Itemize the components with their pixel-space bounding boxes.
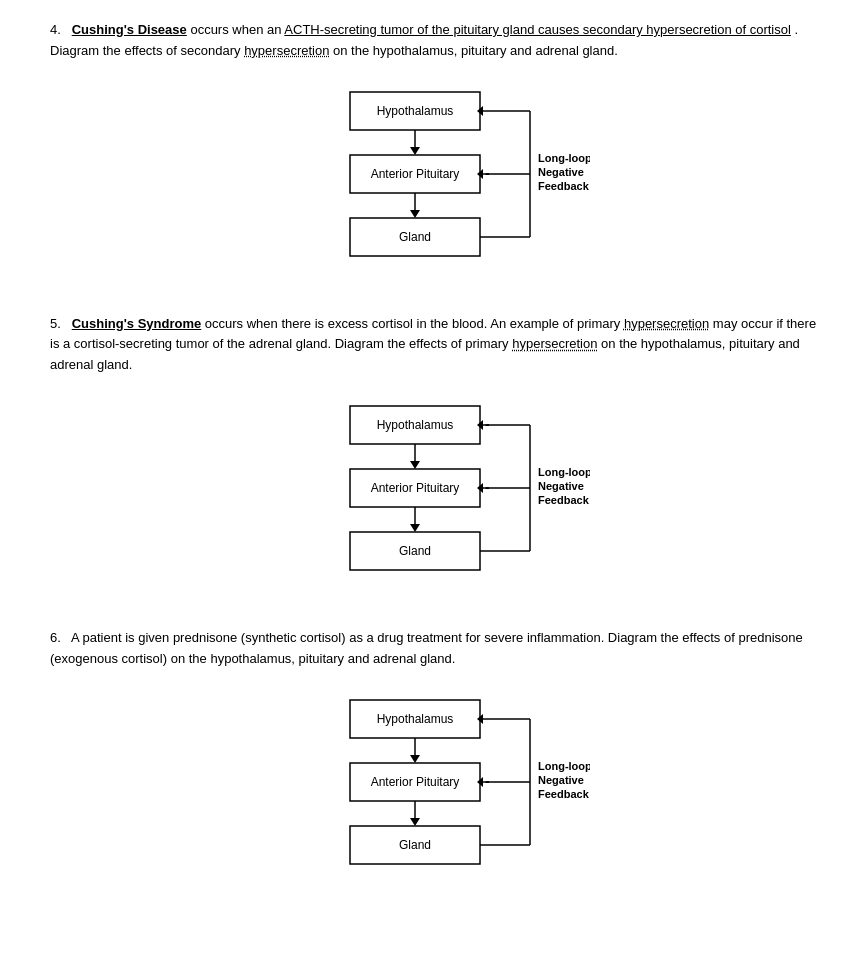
question-5: 5. Cushing's Syndrome occurs when there … bbox=[30, 314, 829, 596]
question-6-number: 6. bbox=[50, 630, 68, 645]
arrowhead1-4 bbox=[410, 147, 420, 155]
diagram-6-svg: Hypothalamus Anterior Pituitary - Gland bbox=[270, 690, 590, 890]
feedback-label-5: Long-loop bbox=[538, 466, 590, 478]
diagram-5: Hypothalamus - Anterior Pituitary - Glan… bbox=[30, 396, 829, 596]
question-6: 6. A patient is given prednisone (synthe… bbox=[30, 628, 829, 890]
question-4: 4. Cushing's Disease occurs when an ACTH… bbox=[30, 20, 829, 282]
q4-bold-underline: Cushing's Disease bbox=[72, 22, 187, 37]
feedback-label-4: Long-loop bbox=[538, 152, 590, 164]
anterior-pituitary-label-6: Anterior Pituitary bbox=[370, 775, 459, 789]
feedback-label-6b: Negative bbox=[538, 774, 584, 786]
q5-bold-underline: Cushing's Syndrome bbox=[72, 316, 202, 331]
gland-label-5: Gland bbox=[398, 544, 430, 558]
diagram-4: Hypothalamus Anterior Pituitary - Gland bbox=[30, 82, 829, 282]
feedback-label-5b: Negative bbox=[538, 480, 584, 492]
question-4-number: 4. bbox=[50, 22, 68, 37]
arrowhead2-6 bbox=[410, 818, 420, 826]
q4-dotted1: hypersecretion bbox=[244, 43, 329, 58]
arrowhead1-5 bbox=[410, 461, 420, 469]
question-5-text: 5. Cushing's Syndrome occurs when there … bbox=[50, 314, 829, 376]
diagram-5-svg: Hypothalamus - Anterior Pituitary - Glan… bbox=[270, 396, 590, 596]
minus-sign-4: - bbox=[485, 165, 490, 181]
arrowhead2-5 bbox=[410, 524, 420, 532]
minus-sign-hyp-5: - bbox=[485, 416, 490, 432]
diagram-4-svg: Hypothalamus Anterior Pituitary - Gland bbox=[270, 82, 590, 282]
hypothalamus-label-4: Hypothalamus bbox=[376, 104, 453, 118]
q4-text3: on the hypothalamus, pituitary and adren… bbox=[333, 43, 618, 58]
minus-sign-6: - bbox=[485, 773, 490, 789]
anterior-pituitary-label-5: Anterior Pituitary bbox=[370, 481, 459, 495]
q5-text1: occurs when there is excess cortisol in … bbox=[205, 316, 624, 331]
minus-sign-ant-5: - bbox=[485, 479, 490, 495]
hypothalamus-label-6: Hypothalamus bbox=[376, 712, 453, 726]
anterior-pituitary-label-4: Anterior Pituitary bbox=[370, 167, 459, 181]
q4-underline1: ACTH-secreting tumor of the pituitary gl… bbox=[284, 22, 791, 37]
arrowhead1-6 bbox=[410, 755, 420, 763]
feedback-label-4b: Negative bbox=[538, 166, 584, 178]
question-5-number: 5. bbox=[50, 316, 68, 331]
question-4-text: 4. Cushing's Disease occurs when an ACTH… bbox=[50, 20, 829, 62]
feedback-label-6c: Feedback bbox=[538, 788, 590, 800]
gland-label-4: Gland bbox=[398, 230, 430, 244]
feedback-label-5c: Feedback bbox=[538, 494, 590, 506]
feedback-label-4c: Feedback bbox=[538, 180, 590, 192]
question-6-text: 6. A patient is given prednisone (synthe… bbox=[50, 628, 829, 670]
hypothalamus-label-5: Hypothalamus bbox=[376, 418, 453, 432]
q5-dotted1: hypersecretion bbox=[624, 316, 709, 331]
gland-label-6: Gland bbox=[398, 838, 430, 852]
q5-dotted2: hypersecretion bbox=[512, 336, 597, 351]
feedback-label-6: Long-loop bbox=[538, 760, 590, 772]
arrowhead2-4 bbox=[410, 210, 420, 218]
q4-text1: occurs when an bbox=[190, 22, 284, 37]
diagram-6: Hypothalamus Anterior Pituitary - Gland bbox=[30, 690, 829, 890]
q6-text1: A patient is given prednisone (synthetic… bbox=[50, 630, 803, 666]
